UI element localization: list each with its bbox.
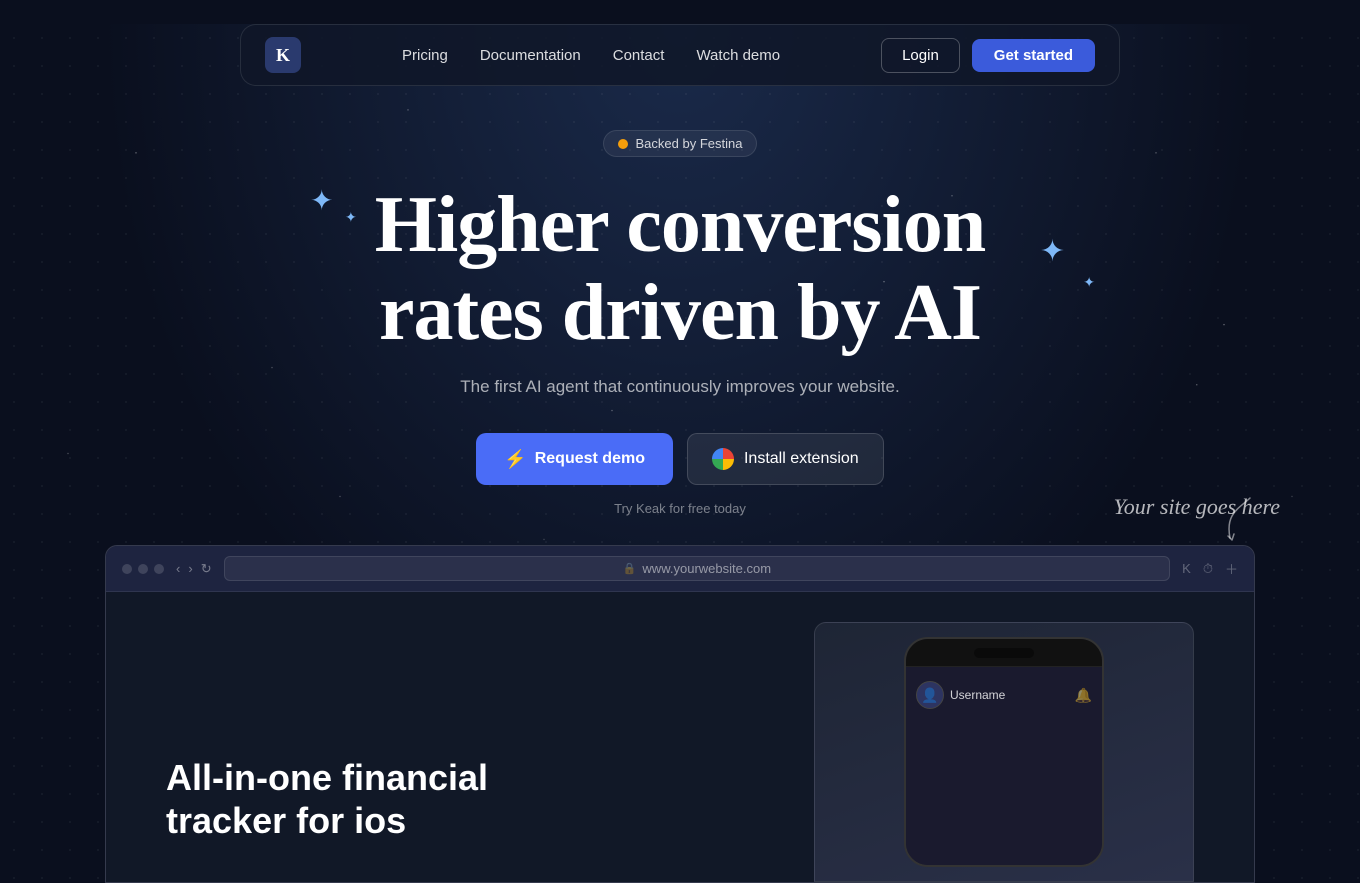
browser-dots xyxy=(122,564,164,574)
navbar: K Pricing Documentation Contact Watch de… xyxy=(240,24,1120,86)
timer-icon: ⏱ xyxy=(1203,561,1213,577)
phone-user-left: 👤 Username xyxy=(916,681,1005,709)
get-started-button[interactable]: Get started xyxy=(972,39,1095,72)
forward-icon: › xyxy=(188,561,192,577)
hero-section: Backed by Festina Higher conversion rate… xyxy=(0,110,1360,516)
phone-avatar: 👤 xyxy=(916,681,944,709)
address-text: www.yourwebsite.com xyxy=(642,561,771,576)
dot-minimize xyxy=(138,564,148,574)
phone-user-row: 👤 Username 🔔 xyxy=(916,677,1092,713)
browser-content: All-in-one financial tracker for ios 👤 U… xyxy=(106,592,1254,882)
avatar-icon: 👤 xyxy=(921,687,938,704)
nav-actions: Login Get started xyxy=(881,38,1095,73)
browser-left-content: All-in-one financial tracker for ios xyxy=(166,756,488,842)
annotation-arrow xyxy=(1220,493,1260,550)
reload-icon: ↻ xyxy=(201,561,212,577)
phone-mockup: 👤 Username 🔔 xyxy=(904,637,1104,867)
dot-maximize xyxy=(154,564,164,574)
hero-title-line1: Higher conversion xyxy=(375,181,985,269)
back-icon: ‹ xyxy=(176,561,180,577)
login-button[interactable]: Login xyxy=(881,38,960,73)
phone-notch xyxy=(974,648,1034,658)
hero-title-line2: rates driven by AI xyxy=(379,269,981,357)
phone-username: Username xyxy=(950,688,1005,702)
nav-contact[interactable]: Contact xyxy=(613,47,665,64)
browser-bar: ‹ › ↻ 🔒 www.yourwebsite.com K ⏱ ＋ xyxy=(106,546,1254,592)
logo-letter: K xyxy=(276,45,290,66)
browser-right-phone: 👤 Username 🔔 xyxy=(814,622,1194,882)
badge-text: Backed by Festina xyxy=(636,136,743,151)
request-demo-label: Request demo xyxy=(535,450,645,468)
add-icon: ＋ xyxy=(1225,559,1238,578)
nav-pricing[interactable]: Pricing xyxy=(402,47,448,64)
hero-buttons: ⚡ Request demo Install extension xyxy=(0,433,1360,485)
lightning-icon: ⚡ xyxy=(504,449,526,470)
browser-mockup: ‹ › ↻ 🔒 www.yourwebsite.com K ⏱ ＋ All-in… xyxy=(105,545,1255,883)
browser-heading: All-in-one financial tracker for ios xyxy=(166,756,488,842)
browser-heading-line2: tracker for ios xyxy=(166,800,406,841)
phone-screen-content: 👤 Username 🔔 xyxy=(906,667,1102,865)
phone-notch-bar xyxy=(906,639,1102,667)
chrome-icon xyxy=(712,448,734,470)
annotation: Your site goes here xyxy=(1114,494,1280,520)
nav-links: Pricing Documentation Contact Watch demo xyxy=(333,47,849,64)
badge-dot xyxy=(618,139,628,149)
install-extension-label: Install extension xyxy=(744,450,859,468)
logo[interactable]: K xyxy=(265,37,301,73)
request-demo-button[interactable]: ⚡ Request demo xyxy=(476,433,673,485)
dot-close xyxy=(122,564,132,574)
browser-nav-icons: ‹ › ↻ xyxy=(176,561,212,577)
nav-documentation[interactable]: Documentation xyxy=(480,47,581,64)
keak-browser-logo: K xyxy=(1182,561,1191,576)
hero-title: Higher conversion rates driven by AI xyxy=(0,181,1360,357)
backed-badge: Backed by Festina xyxy=(603,130,758,157)
nav-watch-demo[interactable]: Watch demo xyxy=(696,47,780,64)
install-extension-button[interactable]: Install extension xyxy=(687,433,884,485)
phone-bell-icon: 🔔 xyxy=(1075,687,1092,704)
browser-heading-line1: All-in-one financial xyxy=(166,757,488,798)
lock-icon: 🔒 xyxy=(623,562,637,575)
hero-subtitle: The first AI agent that continuously imp… xyxy=(0,377,1360,397)
browser-actions: K ⏱ ＋ xyxy=(1182,559,1238,578)
address-bar[interactable]: 🔒 www.yourwebsite.com xyxy=(224,556,1171,581)
